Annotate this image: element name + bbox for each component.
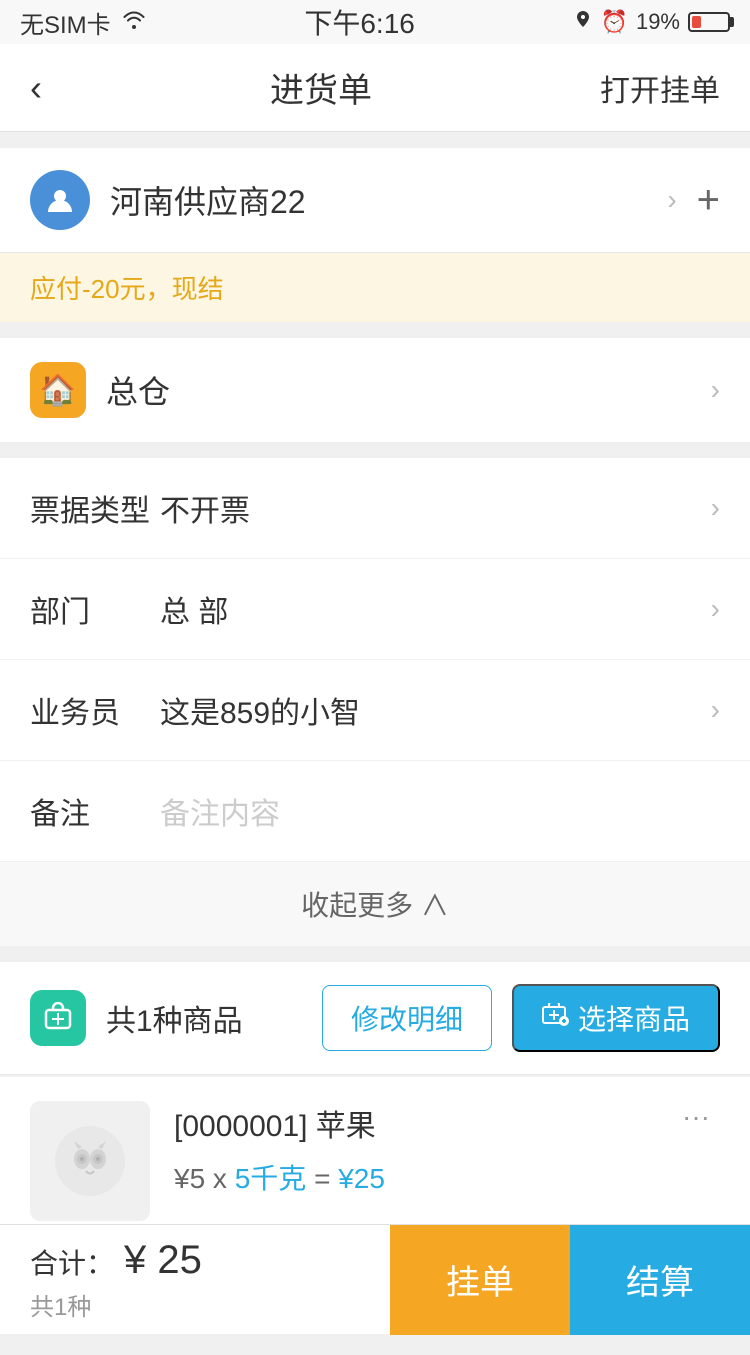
salesperson-label: 业务员 [30, 688, 150, 732]
product-info: [0000001] 苹果 ¥5 x 5千克 = ¥25 [174, 1101, 672, 1197]
salesperson-row[interactable]: 业务员 这是859的小智 › [0, 660, 750, 761]
collapse-row[interactable]: 收起更多 ∧ [0, 862, 750, 946]
divider-5 [0, 1074, 750, 1075]
total-amount: ¥ 25 [124, 1238, 202, 1283]
select-product-icon [542, 1002, 570, 1034]
hang-order-button[interactable]: 挂单 [390, 1225, 570, 1335]
total-section: 合计： ¥ 25 共1种 [0, 1238, 390, 1322]
location-icon [573, 9, 593, 35]
divider-4 [0, 946, 750, 962]
status-indicators: ⏰ 19% [573, 9, 730, 35]
form-section: 票据类型 不开票 › 部门 总 部 › 业务员 这是859的小智 › 备注 备注… [0, 458, 750, 862]
open-pending-button[interactable]: 打开挂单 [600, 66, 720, 110]
department-arrow: › [711, 593, 720, 625]
product-code: [0000001] [174, 1110, 316, 1143]
invoice-type-label: 票据类型 [30, 486, 150, 530]
divider-2 [0, 322, 750, 338]
remark-label: 备注 [30, 789, 150, 833]
unit-price: ¥5 x [174, 1163, 235, 1194]
page-title: 进货单 [270, 63, 372, 112]
product-count-summary: 共1种 [30, 1287, 360, 1322]
department-label: 部门 [30, 587, 150, 631]
battery-icon [688, 12, 730, 32]
product-title: 苹果 [316, 1110, 376, 1143]
nav-bar: ‹ 进货单 打开挂单 [0, 44, 750, 132]
salesperson-arrow: › [711, 694, 720, 726]
supplier-name[interactable]: 河南供应商22 [110, 177, 667, 223]
status-bar: 无SIM卡 下午6:16 ⏰ 19% [0, 0, 750, 44]
total-label: 合计： [30, 1242, 114, 1282]
battery-percent: 19% [636, 9, 680, 35]
back-button[interactable]: ‹ [30, 67, 42, 109]
collapse-label: 收起更多 ∧ [301, 884, 449, 924]
supplier-avatar [30, 170, 90, 230]
product-name: [0000001] 苹果 [174, 1101, 672, 1145]
edit-detail-button[interactable]: 修改明细 [322, 985, 492, 1051]
warehouse-section[interactable]: 🏠 总仓 › [0, 338, 750, 442]
product-count-text: 共1种商品 [106, 996, 302, 1040]
remark-placeholder: 备注内容 [160, 789, 720, 833]
divider-3 [0, 442, 750, 458]
invoice-type-arrow: › [711, 492, 720, 524]
warehouse-icon: 🏠 [30, 362, 86, 418]
add-supplier-button[interactable]: + [697, 178, 720, 223]
checkout-button[interactable]: 结算 [570, 1225, 750, 1335]
product-price: ¥5 x 5千克 = ¥25 [174, 1157, 672, 1197]
department-value: 总 部 [160, 587, 711, 631]
salesperson-value: 这是859的小智 [160, 688, 711, 732]
product-header: 共1种商品 修改明细 选择商品 [0, 962, 750, 1074]
product-item: [0000001] 苹果 ¥5 x 5千克 = ¥25 ··· [0, 1077, 750, 1245]
remark-row[interactable]: 备注 备注内容 [0, 761, 750, 862]
invoice-type-value: 不开票 [160, 486, 711, 530]
alarm-icon: ⏰ [601, 9, 628, 35]
department-row[interactable]: 部门 总 部 › [0, 559, 750, 660]
carrier-text: 无SIM卡 [20, 5, 111, 40]
wifi-icon [121, 8, 147, 36]
select-product-button[interactable]: 选择商品 [512, 984, 720, 1052]
total-price: ¥25 [338, 1163, 385, 1194]
notice-bar: 应付-20元，现结 [0, 253, 750, 322]
bottom-bar: 合计： ¥ 25 共1种 挂单 结算 [0, 1224, 750, 1334]
supplier-arrow-icon: › [667, 184, 676, 216]
status-time: 下午6:16 [304, 2, 415, 42]
equals: = [314, 1163, 338, 1194]
invoice-type-row[interactable]: 票据类型 不开票 › [0, 458, 750, 559]
status-carrier: 无SIM卡 [20, 5, 147, 40]
product-more-button[interactable]: ··· [672, 1101, 720, 1133]
warehouse-arrow-icon: › [711, 374, 720, 406]
product-count-icon [30, 990, 86, 1046]
warehouse-name: 总仓 [106, 367, 711, 413]
product-thumbnail [30, 1101, 150, 1221]
quantity: 5千克 [235, 1163, 307, 1194]
select-product-label: 选择商品 [578, 998, 690, 1038]
supplier-section: 河南供应商22 › + [0, 148, 750, 253]
divider-1 [0, 132, 750, 148]
